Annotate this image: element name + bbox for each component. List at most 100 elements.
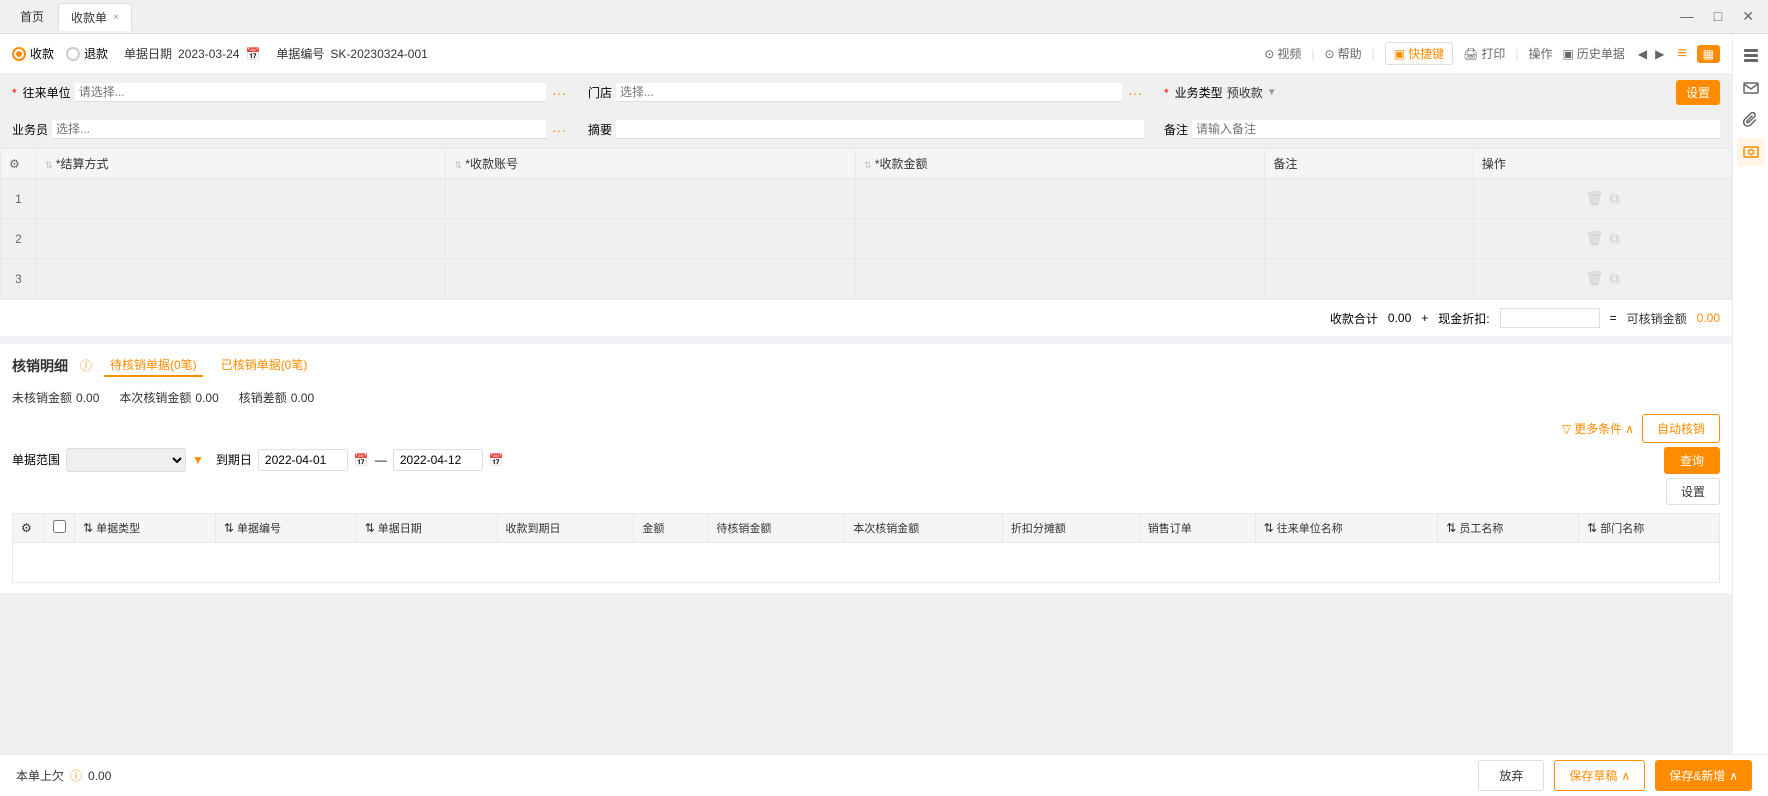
remarks-label: 备注 (1164, 121, 1188, 138)
receipt-table-container: ⚙ ⇅ *结算方式 ⇅ *收款账号 ⇅ *收款金额 备注 操作 1 (0, 148, 1732, 299)
date-value[interactable]: 2023-03-24 (178, 47, 239, 61)
row-3-delete-icon[interactable]: 🗑 (1586, 270, 1604, 287)
row-3-account[interactable] (446, 259, 855, 299)
verify-checkbox-col[interactable] (45, 514, 75, 543)
save-new-button[interactable]: 保存&新增 ∧ (1655, 760, 1752, 791)
row-3-settle[interactable] (37, 259, 446, 299)
history-button[interactable]: ▣ 历史单据 (1562, 45, 1624, 62)
date-field-group: 单据日期 2023-03-24 📅 (124, 45, 260, 62)
verify-gear-icon[interactable]: ⚙ (21, 521, 32, 535)
save-draft-label: 保存草稿 (1569, 767, 1617, 784)
row-3-amount[interactable] (855, 259, 1264, 299)
verify-col-dept: ⇅ 部门名称 (1579, 514, 1720, 543)
print-button[interactable]: 🖨 打印 (1463, 45, 1505, 62)
current-info-icon[interactable]: ⓘ (70, 767, 82, 784)
grid-view-icon[interactable]: ▦ (1697, 45, 1720, 63)
tab-home[interactable]: 首页 (8, 3, 56, 31)
row-1-actions: 🗑 ⧉ (1473, 179, 1731, 219)
more-conditions-btn[interactable]: ▽ 更多条件 ∧ (1562, 420, 1634, 437)
table-row: 1 🗑 ⧉ (1, 179, 1732, 219)
sidebar-table-icon[interactable] (1737, 42, 1765, 70)
row-2-copy-icon[interactable]: ⧉ (1609, 230, 1619, 247)
shop-input[interactable] (616, 83, 1122, 102)
tab-receipt[interactable]: 收款单 × (58, 3, 132, 31)
table-gear-header[interactable]: ⚙ (1, 149, 37, 179)
verify-gear-col[interactable]: ⚙ (13, 514, 45, 543)
tab-bar: 首页 收款单 × — □ ✕ (0, 0, 1768, 34)
shop-field: 门店 ··· (588, 83, 1144, 102)
video-button[interactable]: ⊙ 视频 (1264, 45, 1301, 62)
minimize-button[interactable]: — (1674, 6, 1700, 27)
counterpart-more-btn[interactable]: ··· (550, 85, 568, 101)
biz-type-dropdown[interactable]: ▼ (1267, 87, 1277, 98)
table-row: 3 🗑 ⧉ (1, 259, 1732, 299)
sidebar-attachment-icon[interactable] (1737, 106, 1765, 134)
bill-no-field-group: 单据编号 SK-20230324-001 (276, 45, 427, 62)
due-date-label: 到期日 (216, 451, 252, 468)
bill-no-value[interactable]: SK-20230324-001 (330, 47, 427, 61)
tab-close-icon[interactable]: × (113, 12, 119, 23)
row-1-delete-icon[interactable]: 🗑 (1586, 190, 1604, 207)
bill-range-select[interactable] (66, 448, 186, 472)
row-1-account[interactable] (446, 179, 855, 219)
row-1-amount[interactable] (855, 179, 1264, 219)
save-draft-button[interactable]: 保存草稿 ∧ (1554, 760, 1645, 791)
diff-label: 核销差额 (239, 389, 287, 406)
counterpart-input[interactable] (75, 83, 546, 102)
row-1-copy-icon[interactable]: ⧉ (1609, 190, 1619, 207)
maximize-button[interactable]: □ (1708, 6, 1728, 27)
verify-select-all[interactable] (53, 520, 66, 533)
shop-more-btn[interactable]: ··· (1126, 85, 1144, 101)
sidebar-screenshot-icon[interactable] (1737, 138, 1765, 166)
date-to-icon[interactable]: 📅 (489, 453, 504, 467)
remarks-input[interactable] (1192, 120, 1720, 139)
salesman-more-btn[interactable]: ··· (550, 122, 568, 138)
row-2-remarks[interactable] (1265, 219, 1473, 259)
form-row-2: 业务员 ··· 摘要 备注 (0, 112, 1732, 148)
row-2-delete-icon[interactable]: 🗑 (1586, 230, 1604, 247)
summary-label: 摘要 (588, 121, 612, 138)
row-3-remarks[interactable] (1265, 259, 1473, 299)
done-verify-tab[interactable]: 已核销单据(0笔) (215, 354, 314, 377)
refund-radio[interactable]: 退款 (66, 45, 108, 62)
summary-input[interactable] (616, 120, 1144, 139)
operation-button[interactable]: 操作 (1528, 45, 1552, 62)
due-date-to-input[interactable] (393, 449, 483, 471)
next-arrow[interactable]: ▶ (1652, 47, 1667, 61)
shortcut-button[interactable]: ▣ 快捷键 (1385, 42, 1453, 65)
date-from-icon[interactable]: 📅 (354, 453, 369, 467)
bill-range-dropdown[interactable]: ▼ (192, 453, 204, 467)
verify-setting-button[interactable]: 设置 (1666, 478, 1720, 505)
prev-arrow[interactable]: ◀ (1635, 47, 1650, 61)
row-1-settle[interactable] (37, 179, 446, 219)
help-button[interactable]: ⊙ 帮助 (1325, 45, 1362, 62)
bill-no-label: 单据编号 (276, 45, 324, 62)
tab-home-label: 首页 (20, 8, 44, 25)
discount-input[interactable] (1500, 308, 1600, 328)
row-1-remarks[interactable] (1265, 179, 1473, 219)
row-3-copy-icon[interactable]: ⧉ (1609, 270, 1619, 287)
salesman-input[interactable] (52, 120, 546, 139)
biz-type-required: * (1164, 86, 1169, 100)
right-sidebar (1732, 34, 1768, 754)
settings-button[interactable]: 设置 (1676, 80, 1720, 105)
window-close-button[interactable]: ✕ (1736, 6, 1760, 27)
verify-info-icon[interactable]: ⓘ (80, 357, 92, 374)
auto-verify-button[interactable]: 自动核销 (1642, 414, 1720, 443)
receipt-radio[interactable]: 收款 (12, 45, 54, 62)
row-num-3: 3 (1, 259, 37, 299)
row-2-settle[interactable] (37, 219, 446, 259)
row-2-account[interactable] (446, 219, 855, 259)
gear-icon[interactable]: ⚙ (9, 157, 20, 171)
verify-amount-label: 可核销金额 (1627, 310, 1687, 327)
total-label: 收款合计 (1330, 310, 1378, 327)
due-date-from-input[interactable] (258, 449, 348, 471)
bill-range-label: 单据范围 (12, 451, 60, 468)
list-view-icon[interactable]: ≡ (1677, 45, 1686, 63)
sidebar-email-icon[interactable] (1737, 74, 1765, 102)
row-2-amount[interactable] (855, 219, 1264, 259)
query-button[interactable]: 查询 (1664, 447, 1720, 474)
pending-verify-tab[interactable]: 待核销单据(0笔) (104, 354, 203, 377)
calendar-icon[interactable]: 📅 (245, 47, 260, 61)
discard-button[interactable]: 放弃 (1478, 760, 1544, 791)
